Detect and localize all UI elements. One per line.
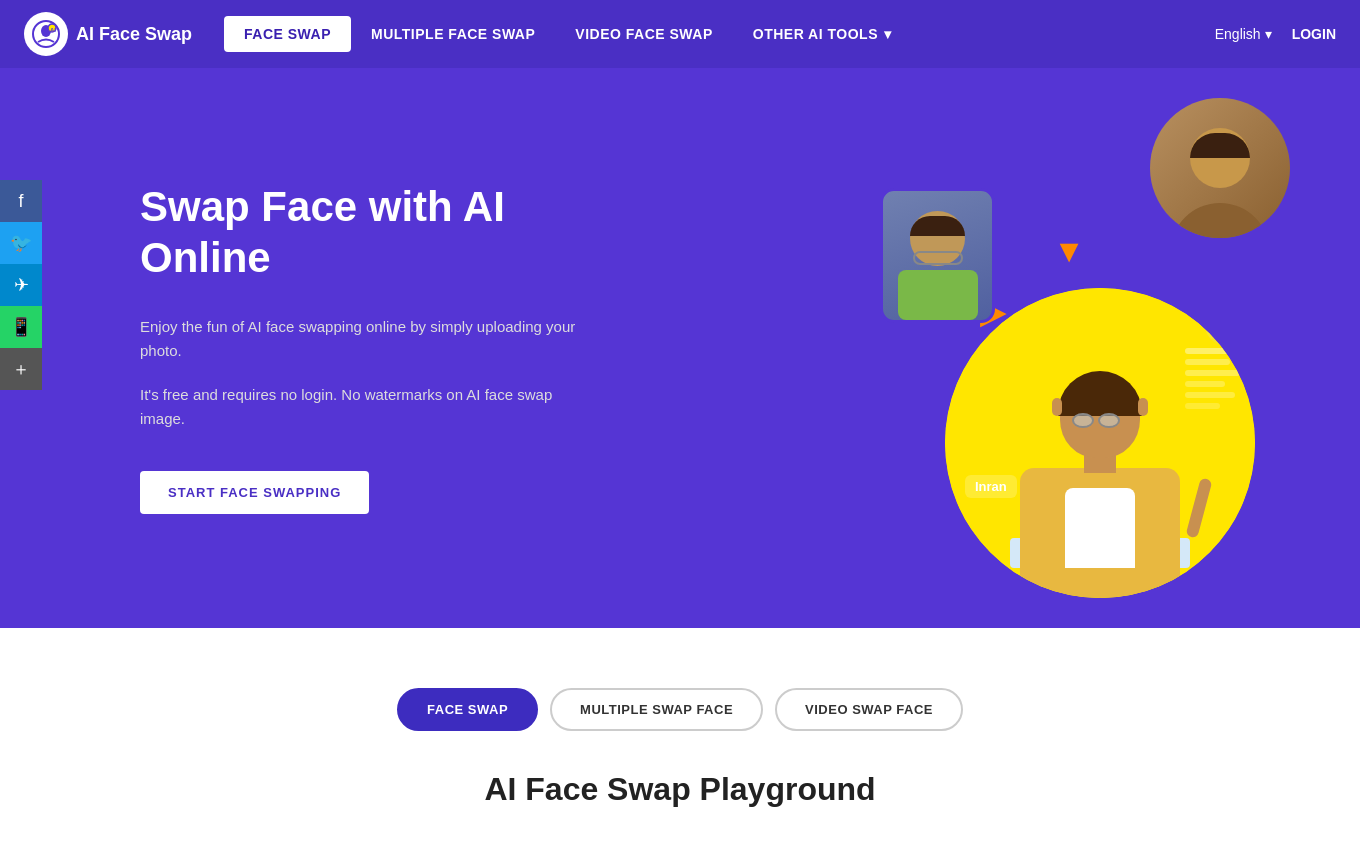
section-title: AI Face Swap Playground <box>484 771 875 808</box>
hero-illustration: ▼ ▶ <box>870 98 1310 598</box>
main-face-circle: Inran 👻 <box>945 288 1255 598</box>
portrait-left-glasses <box>913 251 963 265</box>
start-face-swapping-button[interactable]: START FACE SWAPPING <box>140 471 369 514</box>
tab-face-swap[interactable]: FACE SWAP <box>397 688 538 731</box>
arrow-down-icon: ▼ <box>1053 233 1085 270</box>
logo-icon: AI <box>24 12 68 56</box>
nav-video-face-swap[interactable]: VIDEO FACE SWAP <box>555 16 732 52</box>
tab-row: FACE SWAP MULTIPLE SWAP FACE VIDEO SWAP … <box>397 688 963 731</box>
nav-right: English ▾ LOGIN <box>1215 26 1336 42</box>
nav-links: FACE SWAP MULTIPLE FACE SWAP VIDEO FACE … <box>224 16 1215 52</box>
hero-desc2: It's free and requires no login. No wate… <box>140 383 600 431</box>
facebook-share-button[interactable]: f <box>0 180 42 222</box>
brand-name: AI Face Swap <box>76 24 192 45</box>
hero-content: Swap Face with AI Online Enjoy the fun o… <box>140 182 600 514</box>
logo[interactable]: AI AI Face Swap <box>24 12 192 56</box>
whatsapp-share-button[interactable]: 📱 <box>0 306 42 348</box>
svg-text:AI: AI <box>50 27 56 33</box>
nav-face-swap[interactable]: FACE SWAP <box>224 16 351 52</box>
tab-video-swap-face[interactable]: VIDEO SWAP FACE <box>775 688 963 731</box>
bottom-section: FACE SWAP MULTIPLE SWAP FACE VIDEO SWAP … <box>0 628 1360 848</box>
nav-other-ai-tools[interactable]: OTHER AI TOOLS ▾ <box>733 16 912 52</box>
tab-multiple-swap-face[interactable]: MULTIPLE SWAP FACE <box>550 688 763 731</box>
login-button[interactable]: LOGIN <box>1292 26 1336 42</box>
portrait-top <box>1150 98 1290 238</box>
hero-section: Swap Face with AI Online Enjoy the fun o… <box>0 68 1360 628</box>
portrait-left-hair <box>910 216 965 236</box>
share-button[interactable]: ＋ <box>0 348 42 390</box>
navbar: AI AI Face Swap FACE SWAP MULTIPLE FACE … <box>0 0 1360 68</box>
hero-desc1: Enjoy the fun of AI face swapping online… <box>140 315 600 363</box>
social-sidebar: f 🐦 ✈ 📱 ＋ <box>0 180 42 390</box>
chevron-down-icon: ▾ <box>1265 26 1272 42</box>
telegram-share-button[interactable]: ✈ <box>0 264 42 306</box>
twitter-share-button[interactable]: 🐦 <box>0 222 42 264</box>
hero-title: Swap Face with AI Online <box>140 182 600 283</box>
chevron-down-icon: ▾ <box>884 26 892 42</box>
language-selector[interactable]: English ▾ <box>1215 26 1272 42</box>
nav-multiple-face-swap[interactable]: MULTIPLE FACE SWAP <box>351 16 555 52</box>
